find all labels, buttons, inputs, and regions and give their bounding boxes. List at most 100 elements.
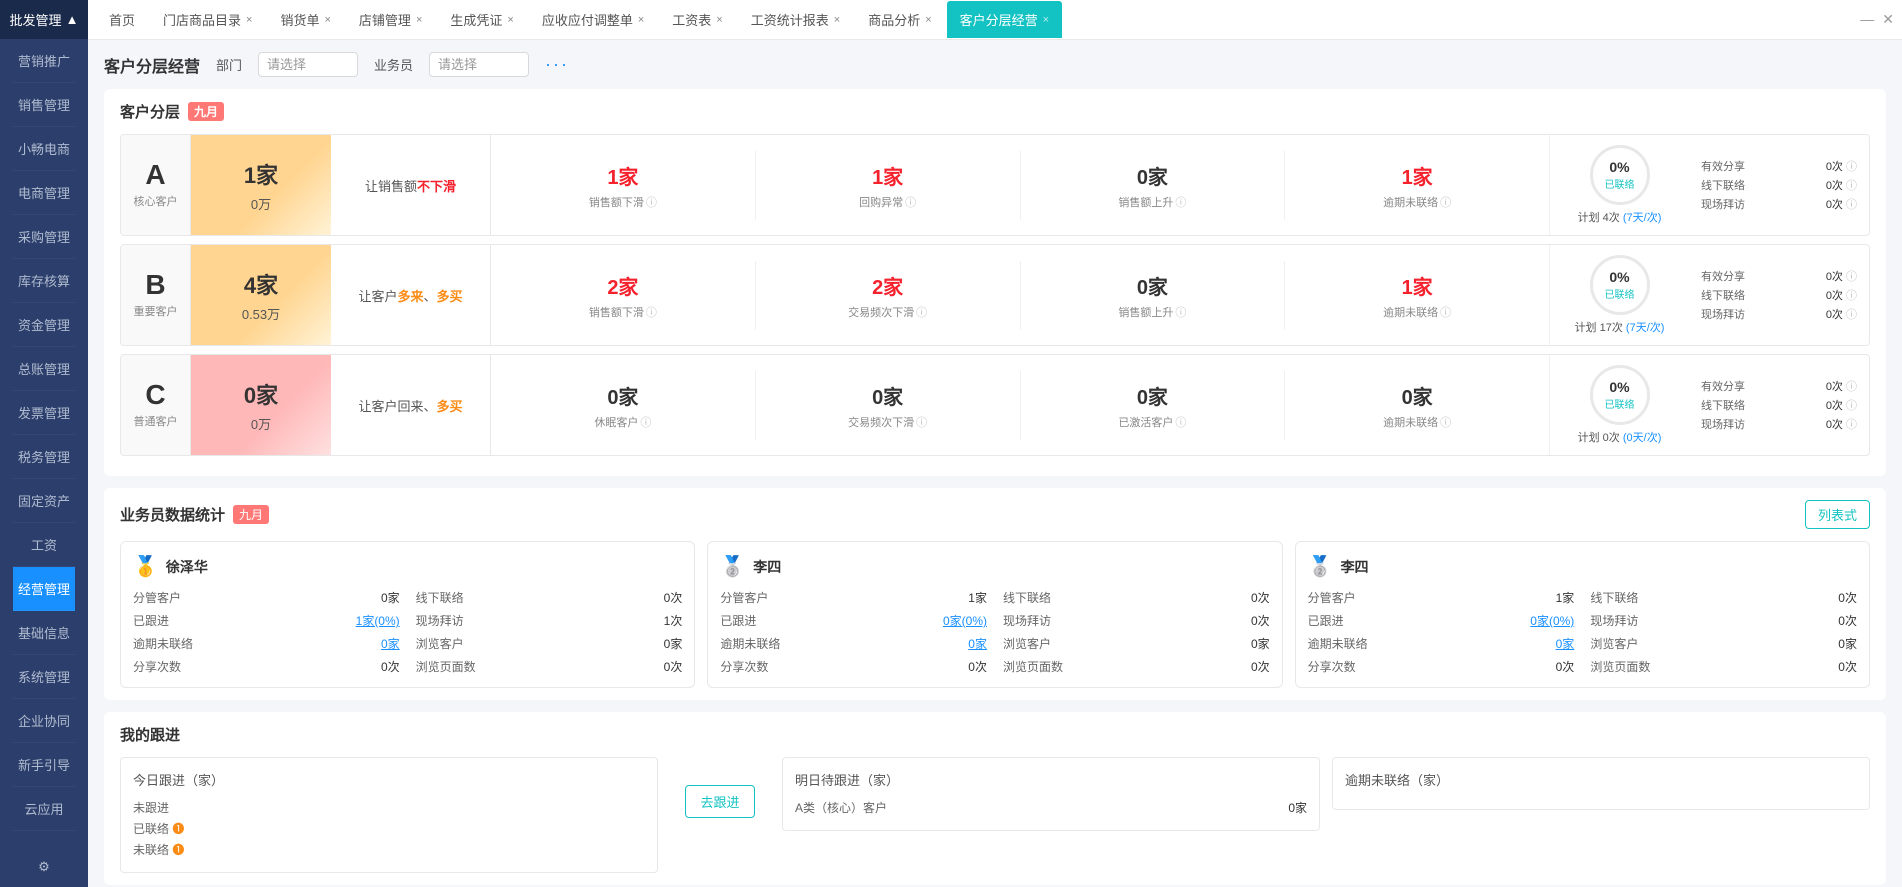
sidebar-item-资金管理[interactable]: 资金管理 bbox=[13, 303, 75, 347]
tab-销货单[interactable]: 销货单× bbox=[267, 1, 343, 38]
sidebar-item-库存核算[interactable]: 库存核算 bbox=[13, 259, 75, 303]
sidebar-item-系统管理[interactable]: 系统管理 bbox=[13, 655, 75, 699]
contact-label: 已联络 bbox=[1605, 176, 1635, 191]
biz-stat-val[interactable]: 0家 bbox=[968, 635, 987, 652]
biz-stat-val[interactable]: 1家(0%) bbox=[356, 612, 400, 629]
contact-plan: 计划 4次 (7天/次) bbox=[1578, 209, 1662, 225]
sidebar-item-销售管理[interactable]: 销售管理 bbox=[13, 83, 75, 127]
info-icon[interactable]: ⓘ bbox=[1846, 180, 1857, 192]
info-icon[interactable]: ⓘ bbox=[1846, 271, 1857, 283]
biz-card-0: 🥇 徐泽华 分管客户 0家 线下联络 0次 已跟进 1家(0%) 现场拜访 1次 bbox=[120, 541, 695, 688]
window-minimize-icon[interactable]: — bbox=[1860, 11, 1874, 28]
biz-stat-row: 已跟进 1家(0%) bbox=[133, 612, 400, 629]
info-icon[interactable]: ⓘ bbox=[1440, 194, 1451, 210]
tier-row-C: C 普通客户 0家 0万 让客户回来、多买 0家 休眠客户 ⓘ 0家 交易频次下… bbox=[120, 354, 1870, 456]
sidebar-item-电商管理[interactable]: 电商管理 bbox=[13, 171, 75, 215]
info-icon[interactable]: ⓘ bbox=[1846, 290, 1857, 302]
tab-close-销货单[interactable]: × bbox=[324, 14, 330, 26]
info-icon[interactable]: ⓘ bbox=[1846, 400, 1857, 412]
info-icon[interactable]: ⓘ bbox=[640, 414, 651, 430]
sidebar-item-采购管理[interactable]: 采购管理 bbox=[13, 215, 75, 259]
tier-letter: C bbox=[145, 381, 165, 409]
sidebar-item-发票管理[interactable]: 发票管理 bbox=[13, 391, 75, 435]
tab-应收应付调整单[interactable]: 应收应付调整单× bbox=[529, 1, 657, 38]
plan-link[interactable]: (7天/次) bbox=[1623, 212, 1662, 224]
list-view-button[interactable]: 列表式 bbox=[1805, 500, 1870, 529]
biz-stat-val[interactable]: 0家 bbox=[381, 635, 400, 652]
tab-close-工资表[interactable]: × bbox=[716, 14, 722, 26]
info-icon[interactable]: ⓘ bbox=[1175, 304, 1186, 320]
biz-stat-label: 分享次数 bbox=[133, 658, 181, 675]
sidebar-item-营销推广[interactable]: 营销推广 bbox=[13, 39, 75, 83]
staff-select[interactable]: 请选择 bbox=[429, 52, 529, 77]
tier-stat-item: 1家 逾期未联络 ⓘ bbox=[1285, 151, 1549, 220]
tier-stat-item: 0家 逾期未联络 ⓘ bbox=[1285, 371, 1549, 440]
filter-more[interactable]: ··· bbox=[545, 54, 569, 75]
biz-stat-row: 逾期未联络 0家 bbox=[720, 635, 987, 652]
info-icon[interactable]: ⓘ bbox=[1846, 381, 1857, 393]
plan-link[interactable]: (0天/次) bbox=[1623, 432, 1662, 444]
tab-close-客户分层经营[interactable]: × bbox=[1043, 14, 1049, 26]
info-icon[interactable]: ⓘ bbox=[1846, 309, 1857, 321]
biz-stat-val[interactable]: 0家(0%) bbox=[1530, 612, 1574, 629]
right-stat-label: 线下联络 bbox=[1701, 177, 1745, 193]
biz-stat-val: 0次 bbox=[1251, 612, 1270, 629]
tab-工资统计报表[interactable]: 工资统计报表× bbox=[738, 1, 853, 38]
tab-客户分层经营[interactable]: 客户分层经营× bbox=[947, 1, 1062, 38]
dept-select[interactable]: 请选择 bbox=[258, 52, 358, 77]
info-icon[interactable]: ⓘ bbox=[1175, 414, 1186, 430]
tab-close-店铺管理[interactable]: × bbox=[416, 14, 422, 26]
info-icon[interactable]: ⓘ bbox=[905, 194, 916, 210]
biz-stat-row: 分享次数 0次 bbox=[720, 658, 987, 675]
tab-close-生成凭证[interactable]: × bbox=[507, 14, 513, 26]
tab-bar: 首页门店商品目录×销货单×店铺管理×生成凭证×应收应付调整单×工资表×工资统计报… bbox=[88, 0, 1902, 40]
tab-close-门店商品目录[interactable]: × bbox=[246, 14, 252, 26]
stat-label: 交易频次下滑 ⓘ bbox=[848, 304, 927, 320]
info-icon[interactable]: ⓘ bbox=[916, 304, 927, 320]
sidebar-header[interactable]: 批发管理 ▲ bbox=[0, 0, 88, 39]
tier-stat-item: 0家 销售额上升 ⓘ bbox=[1021, 261, 1286, 330]
info-icon[interactable]: ⓘ bbox=[1846, 199, 1857, 211]
tab-close-工资统计报表[interactable]: × bbox=[834, 14, 840, 26]
sidebar-item-企业协同[interactable]: 企业协同 bbox=[13, 699, 75, 743]
biz-stat-val[interactable]: 0家(0%) bbox=[943, 612, 987, 629]
info-icon[interactable]: ⓘ bbox=[1846, 161, 1857, 173]
info-icon[interactable]: ⓘ bbox=[1846, 419, 1857, 431]
tab-门店商品目录[interactable]: 门店商品目录× bbox=[150, 1, 265, 38]
tier-volume-B: 4家 0.53万 bbox=[191, 245, 331, 345]
info-icon[interactable]: ⓘ bbox=[1440, 414, 1451, 430]
sidebar-item-基础信息[interactable]: 基础信息 bbox=[13, 611, 75, 655]
sidebar-item-总账管理[interactable]: 总账管理 bbox=[13, 347, 75, 391]
sidebar-item-固定资产[interactable]: 固定资产 bbox=[13, 479, 75, 523]
contact-plan: 计划 0次 (0天/次) bbox=[1578, 429, 1662, 445]
tab-生成凭证[interactable]: 生成凭证× bbox=[437, 1, 526, 38]
tab-首页[interactable]: 首页 bbox=[96, 1, 148, 38]
window-close-icon[interactable]: ✕ bbox=[1882, 11, 1894, 28]
biz-header: 业务员数据统计 九月 列表式 bbox=[120, 500, 1870, 529]
tab-close-商品分析[interactable]: × bbox=[925, 14, 931, 26]
info-icon[interactable]: ⓘ bbox=[1175, 194, 1186, 210]
tab-工资表[interactable]: 工资表× bbox=[659, 1, 735, 38]
customer-section-header: 客户分层 九月 bbox=[120, 101, 1870, 122]
info-icon[interactable]: ⓘ bbox=[1440, 304, 1451, 320]
sidebar-item-云应用[interactable]: 云应用 bbox=[13, 787, 75, 831]
biz-stat-row: 逾期未联络 0家 bbox=[133, 635, 400, 652]
sidebar-item-小畅电商[interactable]: 小畅电商 bbox=[13, 127, 75, 171]
sidebar-settings[interactable]: ⚙ bbox=[0, 847, 88, 887]
sidebar-item-工资[interactable]: 工资 bbox=[13, 523, 75, 567]
tab-店铺管理[interactable]: 店铺管理× bbox=[346, 1, 435, 38]
contact-pct: 0% bbox=[1609, 379, 1629, 395]
tab-close-应收应付调整单[interactable]: × bbox=[638, 14, 644, 26]
medal-icon: 🥈 bbox=[720, 554, 745, 579]
sidebar-item-经营管理[interactable]: 经营管理 bbox=[13, 567, 75, 611]
stat-count: 1家 bbox=[607, 161, 638, 190]
go-followup-button[interactable]: 去跟进 bbox=[685, 785, 754, 818]
info-icon[interactable]: ⓘ bbox=[646, 194, 657, 210]
biz-stat-val[interactable]: 0家 bbox=[1556, 635, 1575, 652]
plan-link[interactable]: (7天/次) bbox=[1626, 322, 1665, 334]
info-icon[interactable]: ⓘ bbox=[916, 414, 927, 430]
sidebar-item-新手引导[interactable]: 新手引导 bbox=[13, 743, 75, 787]
tab-商品分析[interactable]: 商品分析× bbox=[855, 1, 944, 38]
info-icon[interactable]: ⓘ bbox=[646, 304, 657, 320]
sidebar-item-税务管理[interactable]: 税务管理 bbox=[13, 435, 75, 479]
